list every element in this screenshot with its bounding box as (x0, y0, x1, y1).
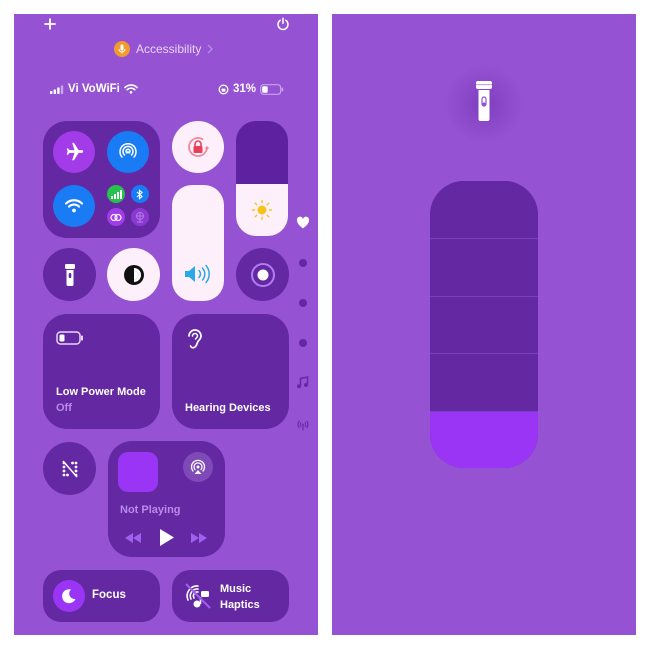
brightness-slider[interactable] (236, 121, 288, 236)
music-haptics-label-line1: Music (220, 583, 252, 595)
antenna-icon[interactable] (296, 419, 310, 431)
airdrop-toggle[interactable] (107, 131, 149, 173)
accessibility-title: Accessibility (136, 42, 202, 56)
microphone-icon (114, 41, 130, 57)
moon-icon (62, 589, 76, 604)
orientation-lock-toggle[interactable] (172, 121, 224, 173)
music-haptics-off-icon (185, 583, 211, 609)
page-dot[interactable] (299, 259, 307, 267)
music-haptics-label: Music Haptics (220, 581, 260, 613)
add-control-button[interactable] (44, 18, 56, 30)
focus-label: Focus (92, 589, 126, 601)
wifi-icon (124, 84, 138, 94)
page-dot[interactable] (299, 299, 307, 307)
airplay-button[interactable] (183, 452, 213, 482)
cellular-icon (110, 189, 122, 199)
flashlight-icon (476, 81, 492, 121)
dots-slash-icon (61, 460, 78, 477)
page-indicator (296, 216, 310, 436)
flashlight-expanded-screen (332, 14, 636, 635)
sun-icon (251, 199, 273, 221)
control-center-screen: Accessibility Vi VoWiFi 31% Low Power Mo… (14, 14, 318, 635)
music-haptics-tile[interactable]: Music Haptics (172, 570, 289, 622)
chevron-right-icon (207, 44, 214, 54)
low-power-mode-label: Low Power Mode (56, 386, 146, 398)
intensity-segment[interactable] (430, 295, 538, 354)
page-dot[interactable] (299, 339, 307, 347)
carrier-name: Vi VoWiFi (68, 83, 120, 95)
airplay-audio-icon (190, 459, 206, 474)
hearing-devices-label: Hearing Devices (185, 402, 271, 414)
hearing-devices-tile[interactable]: Hearing Devices (172, 314, 289, 429)
record-icon (250, 262, 275, 287)
orientation-lock-icon (218, 84, 229, 94)
connectivity-tile (43, 121, 160, 238)
intensity-segment[interactable] (430, 410, 538, 468)
play-icon[interactable] (159, 528, 175, 547)
battery-icon (56, 331, 83, 345)
flashlight-toggle[interactable] (43, 248, 96, 301)
airplane-mode-toggle[interactable] (53, 131, 95, 173)
focus-tile[interactable]: Focus (43, 570, 160, 622)
fast-forward-icon[interactable] (190, 532, 208, 544)
power-button[interactable] (276, 17, 290, 31)
intensity-segment[interactable] (430, 353, 538, 411)
music-note-icon[interactable] (296, 376, 309, 389)
flashlight-icon (64, 263, 75, 286)
dark-mode-icon (123, 264, 144, 285)
flashlight-intensity-slider[interactable] (430, 181, 538, 468)
cellular-toggle[interactable] (107, 185, 125, 203)
screen-record-toggle[interactable] (236, 248, 289, 301)
signal-bars-icon (50, 85, 64, 94)
ear-icon (188, 329, 202, 349)
album-artwork (118, 452, 158, 492)
rotation-lock-icon (188, 137, 210, 157)
status-bar-right: 31% (218, 83, 284, 95)
proximity-toggle[interactable] (43, 442, 96, 495)
battery-percent: 31% (233, 83, 257, 95)
low-power-mode-status: Off (56, 402, 72, 414)
airplane-icon (66, 142, 84, 161)
power-icon (277, 17, 289, 31)
plus-icon (44, 18, 56, 30)
now-playing-tile: Not Playing (108, 441, 225, 557)
heart-icon[interactable] (296, 216, 310, 229)
wifi-icon (64, 199, 84, 213)
music-haptics-label-line2: Haptics (220, 599, 260, 611)
status-bar-left: Vi VoWiFi (50, 83, 138, 95)
moon-icon-wrap (53, 580, 85, 612)
bluetooth-icon (136, 188, 143, 200)
dark-mode-toggle[interactable] (107, 248, 160, 301)
intensity-segment[interactable] (430, 238, 538, 296)
intensity-segment[interactable] (430, 181, 538, 239)
accessibility-header[interactable]: Accessibility (114, 41, 214, 57)
airdrop-icon (119, 142, 137, 158)
rewind-icon[interactable] (124, 532, 142, 544)
hotspot-toggle[interactable] (107, 208, 125, 226)
low-power-mode-tile[interactable]: Low Power Mode Off (43, 314, 160, 429)
speaker-wave-icon (185, 264, 210, 284)
vpn-toggle[interactable] (131, 208, 149, 226)
volume-slider[interactable] (172, 185, 224, 301)
wifi-toggle[interactable] (53, 185, 95, 227)
bluetooth-toggle[interactable] (131, 185, 149, 203)
globe-network-icon (136, 211, 144, 222)
hotspot-link-icon (110, 213, 122, 221)
now-playing-status: Not Playing (120, 504, 181, 516)
battery-icon (260, 83, 284, 95)
